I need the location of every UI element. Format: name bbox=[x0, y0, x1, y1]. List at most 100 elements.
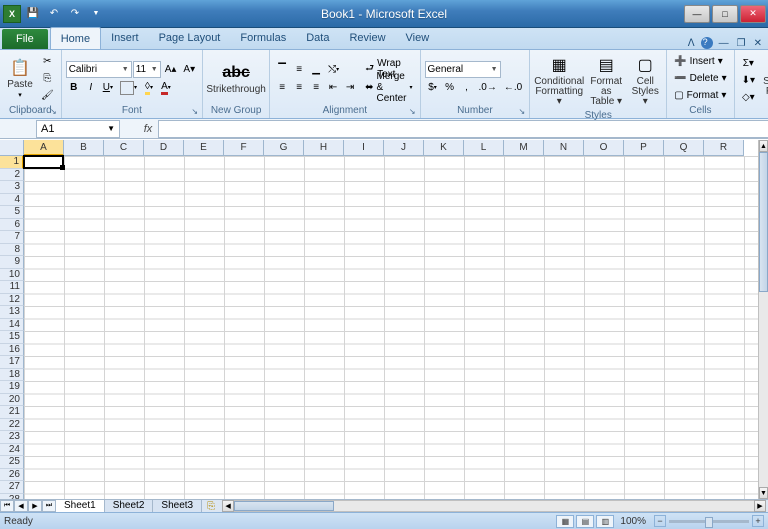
column-header[interactable]: J bbox=[384, 140, 424, 156]
vertical-scrollbar[interactable]: ▲ ▼ bbox=[758, 140, 768, 499]
name-box[interactable]: A1▼ bbox=[36, 120, 120, 138]
tab-review[interactable]: Review bbox=[339, 27, 395, 49]
row-header[interactable]: 19 bbox=[0, 381, 24, 394]
scroll-left-icon[interactable]: ◀ bbox=[222, 500, 234, 512]
select-all-button[interactable] bbox=[0, 140, 24, 156]
workbook-minimize-icon[interactable]: — bbox=[717, 38, 731, 49]
vscroll-thumb[interactable] bbox=[759, 152, 768, 292]
tab-formulas[interactable]: Formulas bbox=[230, 27, 296, 49]
align-left-icon[interactable]: ≡ bbox=[274, 79, 290, 95]
font-name-combo[interactable]: Calibri▼ bbox=[66, 61, 132, 78]
row-header[interactable]: 21 bbox=[0, 406, 24, 419]
redo-icon[interactable]: ↷ bbox=[66, 5, 84, 23]
maximize-button[interactable]: □ bbox=[712, 5, 738, 23]
align-bottom-icon[interactable]: ▁ bbox=[308, 61, 324, 77]
workbook-close-icon[interactable]: ✕ bbox=[752, 38, 764, 49]
row-header[interactable]: 20 bbox=[0, 394, 24, 407]
row-header[interactable]: 7 bbox=[0, 231, 24, 244]
page-break-view-icon[interactable]: ▥ bbox=[596, 515, 614, 528]
format-painter-icon[interactable]: 🖌 bbox=[38, 87, 57, 103]
decrease-decimal-icon[interactable]: ←.0 bbox=[501, 80, 525, 96]
scroll-up-icon[interactable]: ▲ bbox=[759, 140, 768, 152]
comma-icon[interactable]: , bbox=[459, 80, 475, 96]
column-header[interactable]: L bbox=[464, 140, 504, 156]
row-header[interactable]: 16 bbox=[0, 344, 24, 357]
undo-icon[interactable]: ↶ bbox=[45, 5, 63, 23]
column-header[interactable]: P bbox=[624, 140, 664, 156]
hscroll-thumb[interactable] bbox=[234, 501, 334, 511]
sheet-tab-3[interactable]: Sheet3 bbox=[152, 500, 202, 513]
grow-font-icon[interactable]: A▴ bbox=[162, 61, 180, 77]
column-header[interactable]: I bbox=[344, 140, 384, 156]
align-right-icon[interactable]: ≡ bbox=[308, 79, 324, 95]
column-header[interactable]: Q bbox=[664, 140, 704, 156]
tab-home[interactable]: Home bbox=[50, 27, 101, 49]
row-header[interactable]: 22 bbox=[0, 419, 24, 432]
excel-icon[interactable]: X bbox=[3, 5, 21, 23]
minimize-button[interactable]: — bbox=[684, 5, 710, 23]
column-header[interactable]: C bbox=[104, 140, 144, 156]
row-header[interactable]: 2 bbox=[0, 169, 24, 182]
help-icon[interactable]: ? bbox=[701, 37, 713, 49]
row-header[interactable]: 12 bbox=[0, 294, 24, 307]
font-dialog-icon[interactable]: ↘ bbox=[191, 107, 198, 116]
row-header[interactable]: 27 bbox=[0, 481, 24, 494]
column-header[interactable]: O bbox=[584, 140, 624, 156]
zoom-slider[interactable] bbox=[669, 520, 749, 523]
save-icon[interactable]: 💾 bbox=[24, 5, 42, 23]
column-header[interactable]: F bbox=[224, 140, 264, 156]
number-dialog-icon[interactable]: ↘ bbox=[519, 107, 526, 116]
prev-sheet-icon[interactable]: ◀ bbox=[14, 500, 28, 512]
row-header[interactable]: 17 bbox=[0, 356, 24, 369]
active-cell-cursor[interactable] bbox=[23, 155, 64, 169]
row-header[interactable]: 11 bbox=[0, 281, 24, 294]
fx-icon[interactable]: fx bbox=[140, 123, 156, 135]
row-header[interactable]: 25 bbox=[0, 456, 24, 469]
strikethrough-button[interactable]: abc Strikethrough bbox=[207, 52, 265, 104]
align-top-icon[interactable]: ▔ bbox=[274, 61, 290, 77]
column-header[interactable]: A bbox=[24, 140, 64, 156]
scroll-down-icon[interactable]: ▼ bbox=[759, 487, 768, 499]
increase-indent-icon[interactable]: ⇥ bbox=[342, 79, 358, 95]
formula-input[interactable] bbox=[158, 120, 768, 138]
row-header[interactable]: 4 bbox=[0, 194, 24, 207]
autosum-icon[interactable]: Σ▾ bbox=[739, 56, 758, 72]
zoom-in-button[interactable]: + bbox=[752, 515, 764, 527]
next-sheet-icon[interactable]: ▶ bbox=[28, 500, 42, 512]
percent-icon[interactable]: % bbox=[442, 80, 458, 96]
page-layout-view-icon[interactable]: ▤ bbox=[576, 515, 594, 528]
close-button[interactable]: ✕ bbox=[740, 5, 766, 23]
sort-filter-button[interactable]: ⇅Sort &Filter ▾ bbox=[760, 52, 768, 109]
sheet-tab-2[interactable]: Sheet2 bbox=[104, 500, 154, 513]
font-size-combo[interactable]: 11▼ bbox=[133, 61, 161, 78]
clear-icon[interactable]: ◇▾ bbox=[739, 90, 758, 106]
fill-icon[interactable]: ⬇▾ bbox=[739, 73, 758, 89]
row-header[interactable]: 8 bbox=[0, 244, 24, 257]
column-header[interactable]: E bbox=[184, 140, 224, 156]
cut-icon[interactable]: ✂ bbox=[38, 53, 57, 69]
row-header[interactable]: 23 bbox=[0, 431, 24, 444]
column-header[interactable]: B bbox=[64, 140, 104, 156]
border-icon[interactable]: ▾ bbox=[117, 80, 140, 96]
zoom-level[interactable]: 100% bbox=[620, 516, 646, 527]
tab-view[interactable]: View bbox=[396, 27, 440, 49]
row-header[interactable]: 14 bbox=[0, 319, 24, 332]
merge-center-button[interactable]: ⬌Merge & Center▾ bbox=[362, 79, 415, 95]
row-header[interactable]: 10 bbox=[0, 269, 24, 282]
cell-styles-button[interactable]: ▢CellStyles ▾ bbox=[628, 52, 662, 109]
conditional-formatting-button[interactable]: ▦ConditionalFormatting ▾ bbox=[534, 52, 584, 109]
last-sheet-icon[interactable]: ⏭ bbox=[42, 500, 56, 512]
file-tab[interactable]: File bbox=[2, 29, 48, 49]
tab-data[interactable]: Data bbox=[296, 27, 339, 49]
minimize-ribbon-icon[interactable]: ᐱ bbox=[686, 38, 697, 49]
column-header[interactable]: N bbox=[544, 140, 584, 156]
decrease-indent-icon[interactable]: ⇤ bbox=[325, 79, 341, 95]
row-header[interactable]: 9 bbox=[0, 256, 24, 269]
italic-button[interactable]: I bbox=[83, 80, 99, 96]
delete-cells-button[interactable]: ➖Delete ▾ bbox=[671, 70, 729, 86]
row-header[interactable]: 13 bbox=[0, 306, 24, 319]
tab-insert[interactable]: Insert bbox=[101, 27, 149, 49]
namebox-dropdown-icon[interactable]: ▼ bbox=[107, 124, 115, 133]
workbook-restore-icon[interactable]: ❐ bbox=[735, 38, 748, 49]
qat-customize-icon[interactable]: ▼ bbox=[87, 5, 105, 23]
